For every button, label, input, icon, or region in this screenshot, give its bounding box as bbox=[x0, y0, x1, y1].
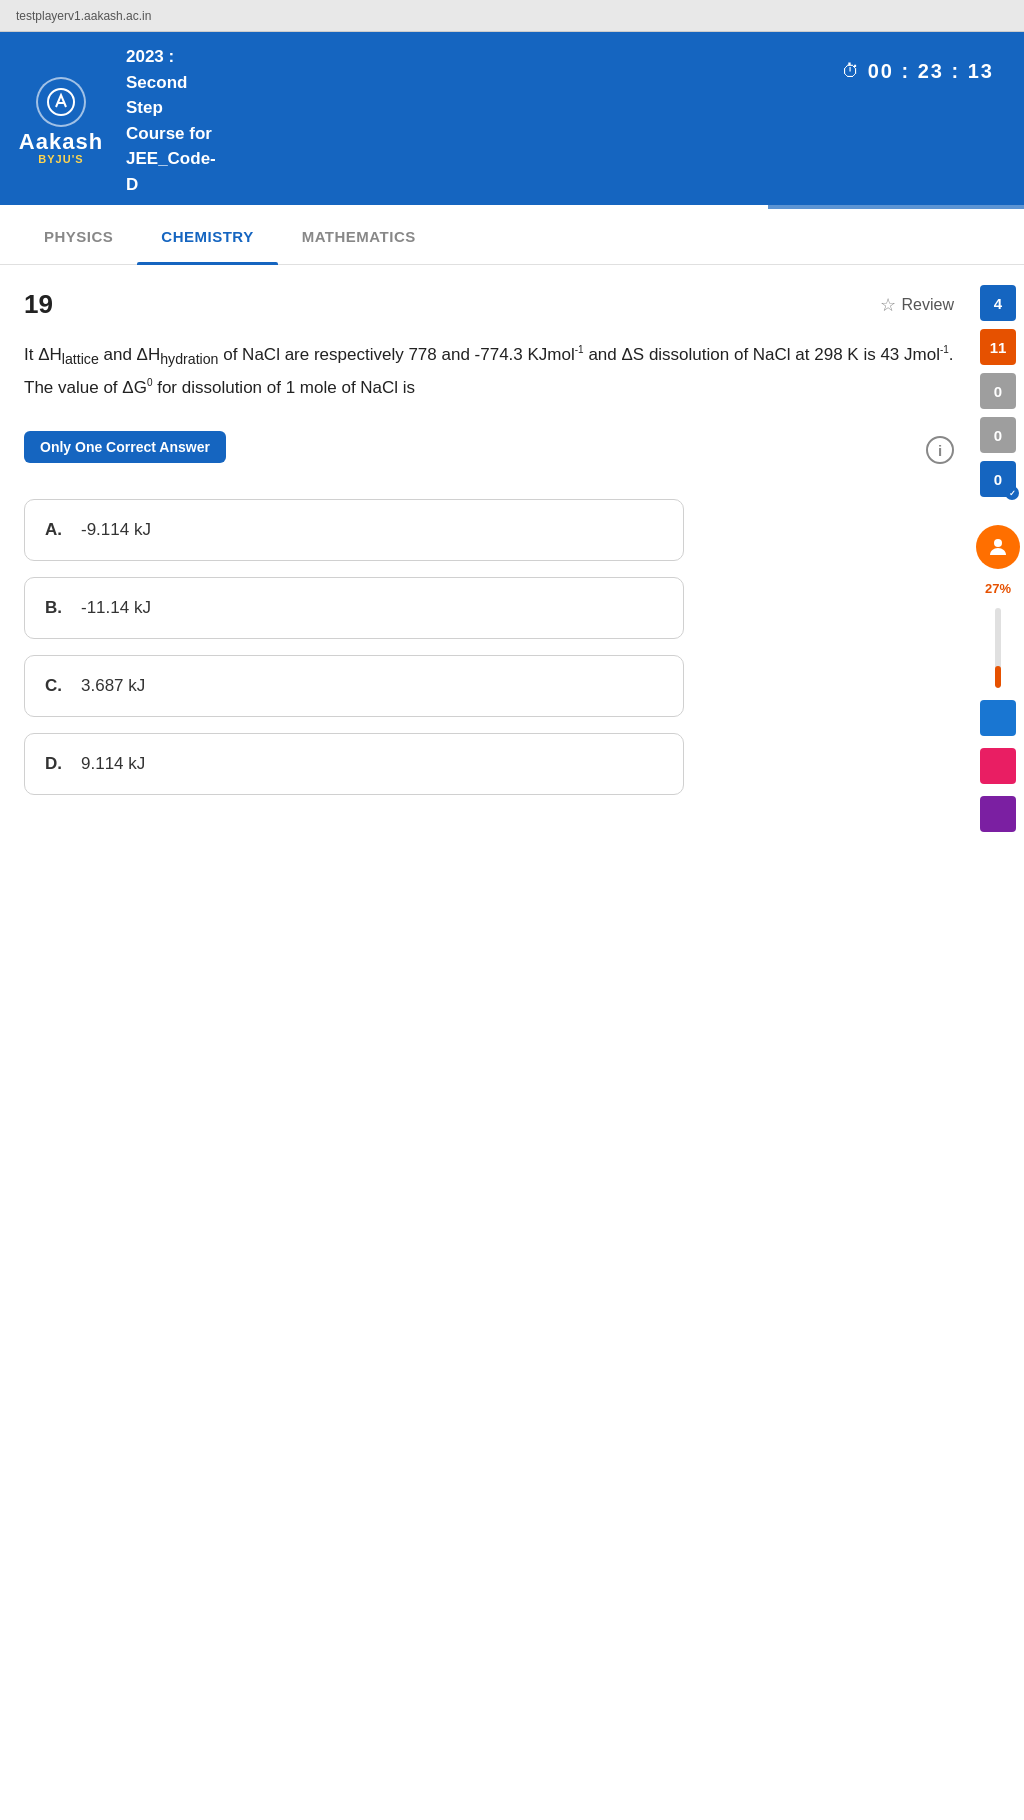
option-c-value: 3.687 kJ bbox=[81, 676, 145, 696]
option-c-label: C. bbox=[45, 676, 65, 696]
option-b[interactable]: B. -11.14 kJ bbox=[24, 577, 684, 639]
logo-icon bbox=[46, 87, 76, 117]
tab-mathematics[interactable]: MATHEMATICS bbox=[278, 209, 440, 265]
sidebar-badge-0c[interactable]: 0 ✓ bbox=[980, 461, 1016, 497]
sidebar-badge-0a[interactable]: 0 bbox=[980, 373, 1016, 409]
sidebar-badge-0b-value: 0 bbox=[994, 427, 1002, 444]
sidebar-progress-fill bbox=[995, 666, 1001, 688]
option-d[interactable]: D. 9.114 kJ bbox=[24, 733, 684, 795]
info-icon[interactable]: i bbox=[926, 436, 954, 464]
option-b-label: B. bbox=[45, 598, 65, 618]
answer-type-badge[interactable]: Only One Correct Answer bbox=[24, 431, 226, 463]
subject-tabs: PHYSICS CHEMISTRY MATHEMATICS bbox=[0, 209, 1024, 265]
url-text: testplayerv1.aakash.ac.in bbox=[16, 9, 151, 23]
option-a[interactable]: A. -9.114 kJ bbox=[24, 499, 684, 561]
question-number: 19 bbox=[24, 289, 53, 320]
main-content: 19 ☆ Review It ΔHlattice and ΔHhydration… bbox=[0, 265, 1024, 1820]
option-c[interactable]: C. 3.687 kJ bbox=[24, 655, 684, 717]
option-a-label: A. bbox=[45, 520, 65, 540]
sidebar-badge-4-value: 4 bbox=[994, 295, 1002, 312]
timer-display: 00 : 23 : 13 bbox=[868, 60, 994, 83]
sidebar-badge-11-value: 11 bbox=[990, 339, 1007, 356]
right-sidebar: 4 11 0 0 0 ✓ 27% bbox=[972, 265, 1024, 832]
option-d-value: 9.114 kJ bbox=[81, 754, 145, 774]
avatar-icon bbox=[986, 535, 1010, 559]
sidebar-badge-0a-value: 0 bbox=[994, 383, 1002, 400]
sidebar-rect-pink[interactable] bbox=[980, 748, 1016, 784]
logo-circle bbox=[36, 77, 86, 127]
review-button[interactable]: ☆ Review bbox=[880, 294, 954, 316]
options-list: A. -9.114 kJ B. -11.14 kJ C. 3.687 kJ D.… bbox=[24, 499, 954, 795]
sidebar-badge-0b[interactable]: 0 bbox=[980, 417, 1016, 453]
review-label: Review bbox=[902, 296, 954, 314]
check-dot: ✓ bbox=[1005, 486, 1019, 500]
sidebar-rect-blue[interactable] bbox=[980, 700, 1016, 736]
timer-area: ⏱ 00 : 23 : 13 bbox=[842, 60, 994, 83]
logo-text: Aakash bbox=[19, 131, 103, 153]
url-bar: testplayerv1.aakash.ac.in bbox=[0, 0, 1024, 32]
sidebar-avatar-btn[interactable] bbox=[976, 525, 1020, 569]
sidebar-rect-purple[interactable] bbox=[980, 796, 1016, 832]
question-text: It ΔHlattice and ΔHhydration of NaCl are… bbox=[24, 340, 954, 403]
svg-point-1 bbox=[994, 539, 1002, 547]
timer-icon: ⏱ bbox=[842, 61, 860, 82]
logo-sub: BYJU'S bbox=[38, 153, 83, 165]
sidebar-badge-11[interactable]: 11 bbox=[980, 329, 1016, 365]
tab-chemistry[interactable]: CHEMISTRY bbox=[137, 209, 277, 265]
sidebar-badge-4[interactable]: 4 bbox=[980, 285, 1016, 321]
star-icon: ☆ bbox=[880, 294, 896, 316]
sidebar-badge-0c-value: 0 bbox=[994, 471, 1002, 488]
badge-info-row: Only One Correct Answer i bbox=[24, 431, 954, 471]
sidebar-percent: 27% bbox=[985, 581, 1011, 596]
question-header: 19 ☆ Review bbox=[24, 289, 954, 320]
logo-area: Aakash BYJU'S bbox=[16, 77, 106, 165]
sidebar-progress-bar bbox=[995, 608, 1001, 688]
header: Aakash BYJU'S 2023 : Second Step Course … bbox=[0, 32, 1024, 209]
option-a-value: -9.114 kJ bbox=[81, 520, 151, 540]
question-area: 19 ☆ Review It ΔHlattice and ΔHhydration… bbox=[0, 265, 1024, 1820]
tab-physics[interactable]: PHYSICS bbox=[20, 209, 137, 265]
option-d-label: D. bbox=[45, 754, 65, 774]
option-b-value: -11.14 kJ bbox=[81, 598, 151, 618]
